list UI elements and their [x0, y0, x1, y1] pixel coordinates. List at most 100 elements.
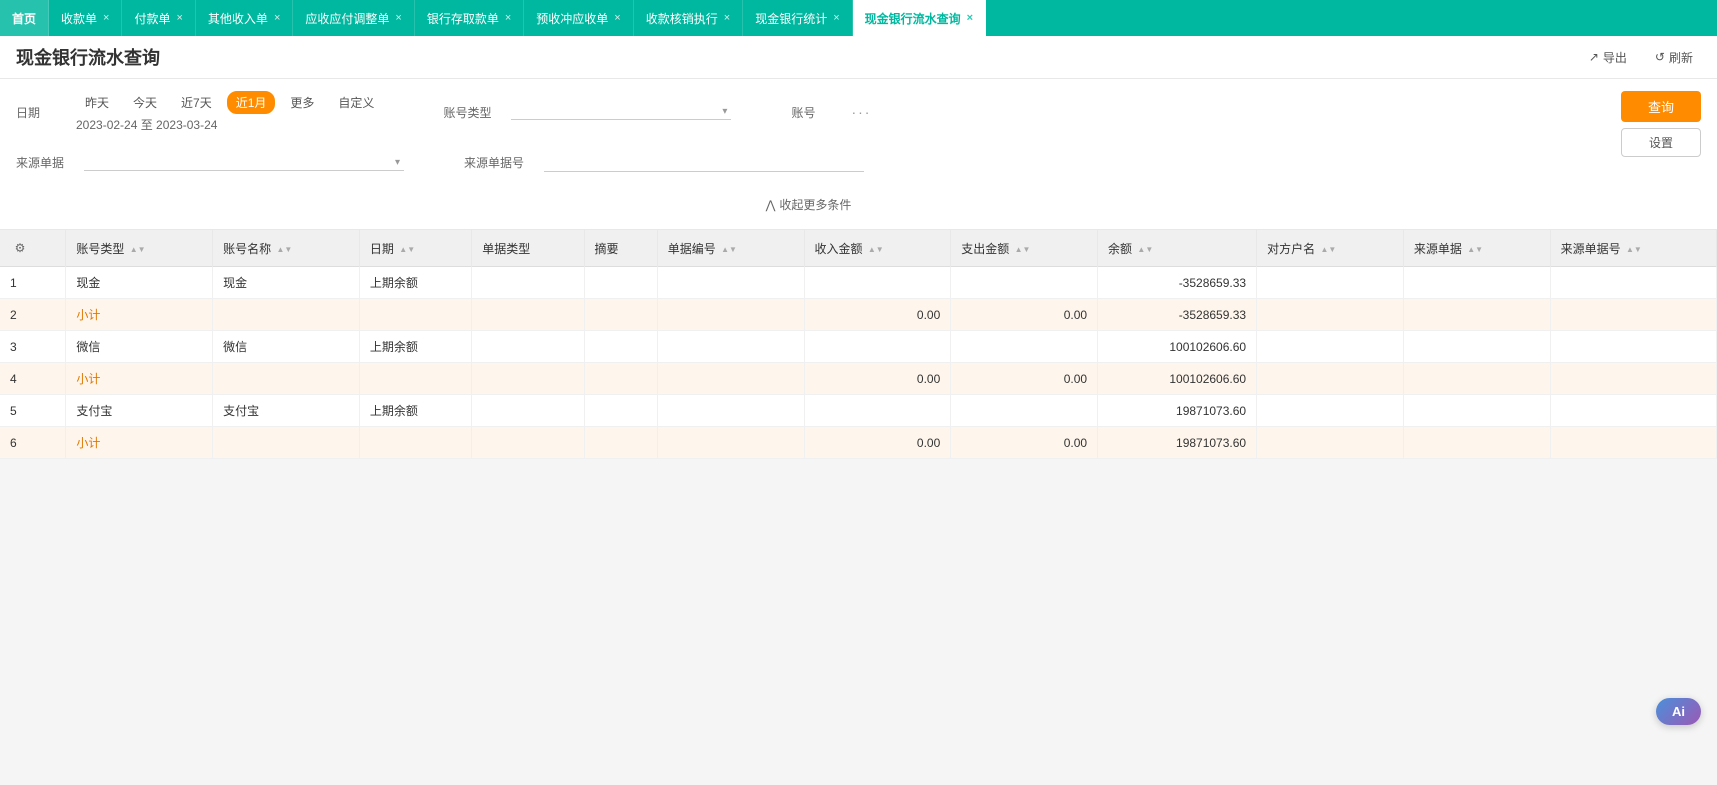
date-more[interactable]: 更多: [281, 91, 323, 114]
nav-home[interactable]: 首页: [0, 0, 49, 36]
close-icon[interactable]: ×: [833, 12, 839, 24]
nav-label: 现金银行统计: [755, 10, 827, 27]
col-date: 日期 ▲▼: [359, 230, 471, 267]
sort-icon[interactable]: ▲▼: [130, 245, 146, 254]
settings-icon[interactable]: ⚙: [10, 238, 30, 258]
table-row[interactable]: 1现金现金上期余额-3528659.33: [0, 267, 1717, 299]
query-button[interactable]: 查询: [1621, 91, 1701, 122]
date-range-display: 2023-02-24 至 2023-03-24: [76, 116, 383, 133]
source-doc-select[interactable]: ▾: [84, 155, 404, 171]
nav-yushou[interactable]: 预收冲应收单 ×: [524, 0, 633, 36]
close-icon[interactable]: ×: [967, 12, 973, 24]
close-icon[interactable]: ×: [274, 12, 280, 24]
table-row[interactable]: 2小计0.000.00-3528659.33: [0, 299, 1717, 331]
settings-button[interactable]: 设置: [1621, 128, 1701, 157]
sort-icon[interactable]: ▲▼: [1320, 245, 1336, 254]
col-settings[interactable]: ⚙: [0, 230, 66, 267]
table-cell: [1403, 363, 1550, 395]
date-today[interactable]: 今天: [124, 91, 166, 114]
table-cell: 现金: [66, 267, 213, 299]
date-custom[interactable]: 自定义: [329, 91, 383, 114]
nav-shoukuanhexiao[interactable]: 收款核销执行 ×: [634, 0, 743, 36]
table-cell: 小计: [66, 299, 213, 331]
source-doc-no-input[interactable]: [544, 153, 864, 172]
collapse-button[interactable]: ⋀ 收起更多条件: [754, 192, 864, 217]
nav-liushui[interactable]: 现金银行流水查询 ×: [853, 0, 986, 36]
close-icon[interactable]: ×: [103, 12, 109, 24]
table-cell: [1403, 427, 1550, 459]
sort-icon[interactable]: ▲▼: [1137, 245, 1153, 254]
date-shortcuts: 昨天 今天 近7天 近1月 更多 自定义: [76, 91, 383, 114]
source-doc-no-label: 来源单据号: [464, 154, 524, 171]
sort-icon[interactable]: ▲▼: [1626, 245, 1642, 254]
close-icon[interactable]: ×: [614, 12, 620, 24]
date-1month[interactable]: 近1月: [227, 91, 276, 114]
table-row[interactable]: 3微信微信上期余额100102606.60: [0, 331, 1717, 363]
table-cell: [1550, 427, 1716, 459]
filter-fields: 日期 昨天 今天 近7天 近1月 更多 自定义 2023-02-24 至 202…: [16, 91, 1601, 217]
table-cell: [657, 427, 804, 459]
table-cell: 小计: [66, 363, 213, 395]
refresh-button[interactable]: ↺ 刷新: [1647, 45, 1701, 70]
col-doc-type: 单据类型: [472, 230, 584, 267]
col-expense: 支出金额 ▲▼: [951, 230, 1098, 267]
nav-yingshouyingfu[interactable]: 应收应付调整单 ×: [293, 0, 414, 36]
table-cell: 支付宝: [213, 395, 360, 427]
table-cell: [584, 395, 657, 427]
date-yesterday[interactable]: 昨天: [76, 91, 118, 114]
account-type-select[interactable]: ▾: [511, 104, 731, 120]
account-more-icon[interactable]: ···: [851, 104, 871, 120]
nav-qitashouruan[interactable]: 其他收入单 ×: [196, 0, 293, 36]
page-title: 现金银行流水查询: [16, 44, 160, 70]
table-cell: 现金: [213, 267, 360, 299]
nav-fukuandan[interactable]: 付款单 ×: [122, 0, 195, 36]
sort-icon[interactable]: ▲▼: [399, 245, 415, 254]
date-7days[interactable]: 近7天: [172, 91, 221, 114]
table-cell: [657, 395, 804, 427]
table-cell: -3528659.33: [1098, 299, 1257, 331]
table-cell: [1257, 299, 1404, 331]
table-cell: [213, 299, 360, 331]
table-cell: [584, 363, 657, 395]
sort-icon[interactable]: ▲▼: [868, 245, 884, 254]
table-cell: 19871073.60: [1098, 427, 1257, 459]
table-row[interactable]: 6小计0.000.0019871073.60: [0, 427, 1717, 459]
date-label: 日期: [16, 104, 56, 121]
sort-icon[interactable]: ▲▼: [1467, 245, 1483, 254]
table-cell: [1550, 299, 1716, 331]
close-icon[interactable]: ×: [505, 12, 511, 24]
ai-button[interactable]: Ai: [1656, 698, 1701, 725]
table-cell: 0.00: [951, 299, 1098, 331]
sort-icon[interactable]: ▲▼: [721, 245, 737, 254]
table-row[interactable]: 5支付宝支付宝上期余额19871073.60: [0, 395, 1717, 427]
table-cell: [1550, 331, 1716, 363]
filter-row-2: 来源单据 ▾ 来源单据号: [16, 153, 1601, 172]
filter-main-row: 日期 昨天 今天 近7天 近1月 更多 自定义 2023-02-24 至 202…: [16, 91, 1701, 217]
close-icon[interactable]: ×: [395, 12, 401, 24]
sort-icon[interactable]: ▲▼: [277, 245, 293, 254]
chevron-up-icon: ⋀: [766, 198, 776, 212]
nav-yinhanghoucun[interactable]: 银行存取款单 ×: [415, 0, 524, 36]
filter-right-buttons: 查询 设置: [1621, 91, 1701, 157]
account-label: 账号: [791, 104, 831, 121]
nav-label: 收款单: [61, 10, 97, 27]
nav-xianjinyinhang[interactable]: 现金银行统计 ×: [743, 0, 852, 36]
close-icon[interactable]: ×: [724, 12, 730, 24]
filter-area: 日期 昨天 今天 近7天 近1月 更多 自定义 2023-02-24 至 202…: [0, 79, 1717, 230]
table-cell: [1257, 363, 1404, 395]
account-type-label: 账号类型: [443, 104, 491, 121]
sort-icon[interactable]: ▲▼: [1015, 245, 1031, 254]
table-cell: [584, 331, 657, 363]
table-cell: 小计: [66, 427, 213, 459]
table-row[interactable]: 4小计0.000.00100102606.60: [0, 363, 1717, 395]
col-account-type: 账号类型 ▲▼: [66, 230, 213, 267]
table-cell: 4: [0, 363, 66, 395]
col-account-name: 账号名称 ▲▼: [213, 230, 360, 267]
nav-shoukuandan[interactable]: 收款单 ×: [49, 0, 122, 36]
export-button[interactable]: ↗ 导出: [1581, 45, 1635, 70]
table-cell: [1257, 331, 1404, 363]
table-cell: 支付宝: [66, 395, 213, 427]
close-icon[interactable]: ×: [176, 12, 182, 24]
table-cell: 3: [0, 331, 66, 363]
table-cell: [472, 267, 584, 299]
